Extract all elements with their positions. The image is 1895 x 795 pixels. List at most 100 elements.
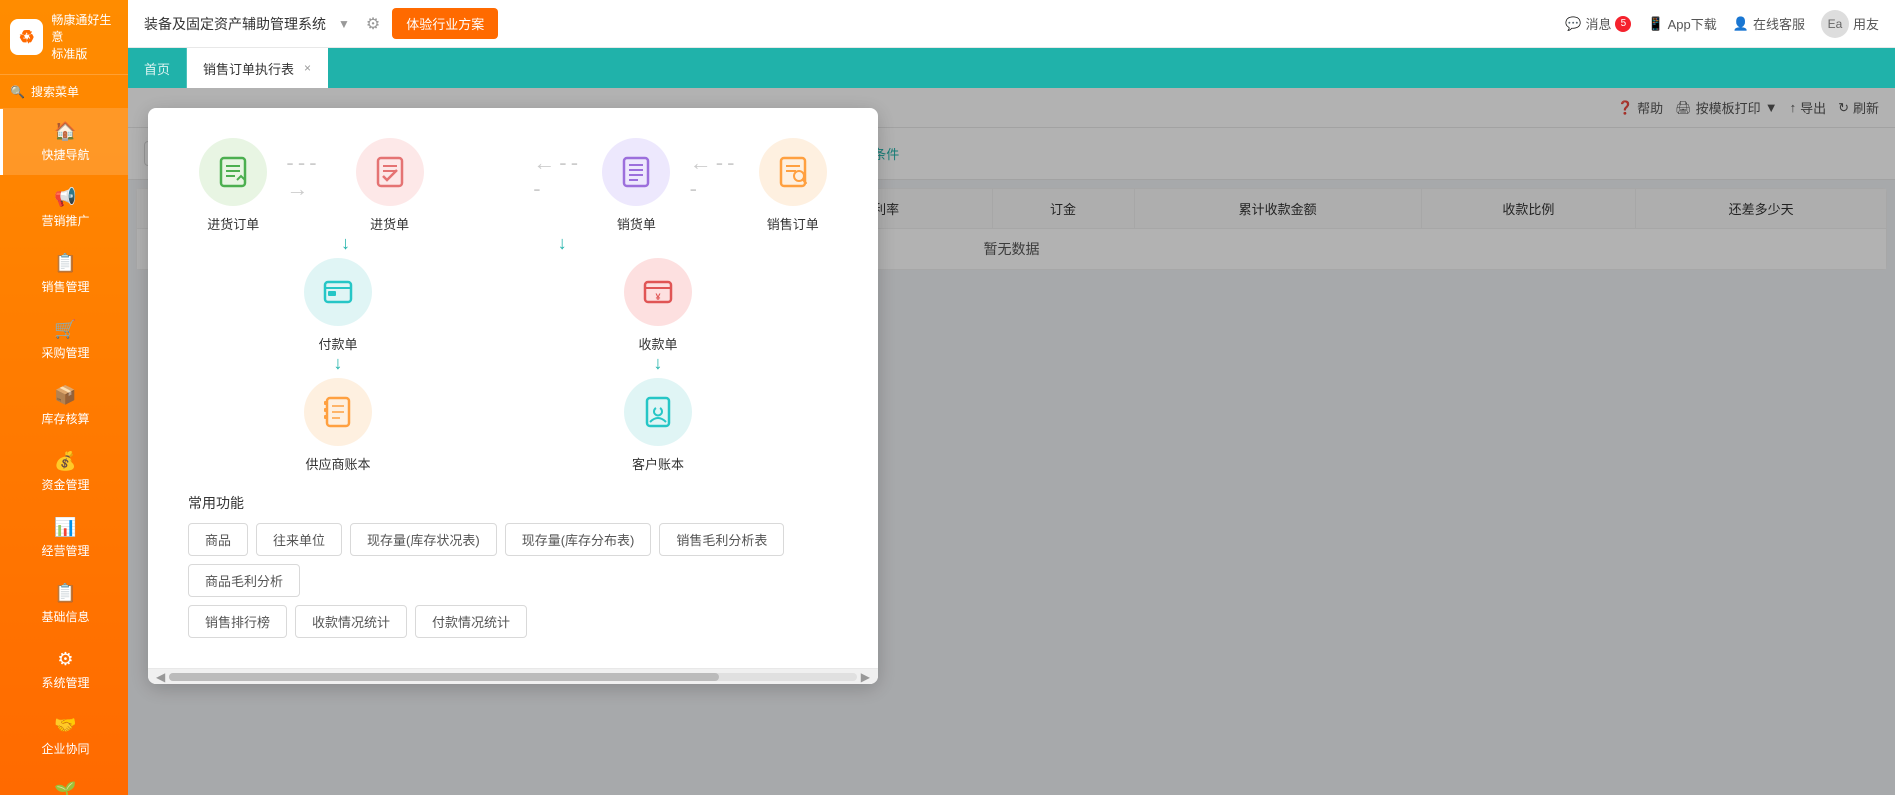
top-header: 装备及固定资产辅助管理系统 ▼ ⚙ 体验行业方案 💬 消息 5 📱 App下载 … [128,0,1895,48]
online-service-btn[interactable]: 👤 在线客服 [1733,14,1805,33]
down-arrow-1: ↓ [341,233,350,254]
sidebar-item-system[interactable]: ⚙ 系统管理 [0,637,128,703]
scrollbar-thumb [169,673,719,681]
message-badge: 5 [1615,16,1631,32]
supplier-ledger-circle [304,378,372,446]
user-menu[interactable]: Ea 用友 [1821,10,1879,38]
enterprise-icon: 🤝 [54,715,76,736]
message-btn[interactable]: 💬 消息 5 [1565,14,1631,33]
sidebar-nav: 🏠 快捷导航 📢 营销推广 📋 销售管理 🛒 采购管理 📦 库存核算 💰 资金管… [0,109,128,795]
scrollbar-track [169,673,857,681]
finance-icon: 💰 [54,451,76,472]
tab-sales-order[interactable]: 销售订单执行表 × [187,48,328,88]
header-right: 💬 消息 5 📱 App下载 👤 在线客服 Ea 用友 [1565,10,1879,38]
receipt-bill-label: 收款单 [638,334,677,353]
supplier-ledger-node[interactable]: 供应商账本 [288,378,388,473]
tab-close-icon[interactable]: × [304,61,311,75]
sales-order-node[interactable]: 销售订单 [748,138,838,233]
purchase-icon: 🛒 [54,319,76,340]
modal-scrollbar[interactable]: ◀ ▶ [148,668,878,684]
sidebar-item-inventory[interactable]: 📦 库存核算 [0,373,128,439]
payment-bill-node[interactable]: 付款单 [288,258,388,353]
purchase-order-node[interactable]: 进货订单 [188,138,278,233]
func-btn-counterpart[interactable]: 往来单位 [256,523,342,556]
sidebar-item-enterprise[interactable]: 🤝 企业协同 [0,703,128,769]
func-btn-stock-status[interactable]: 现存量(库存状况表) [350,523,497,556]
system-title: 装备及固定资产辅助管理系统 [144,14,326,34]
receipt-bill-circle: ¥ [624,258,692,326]
home-icon: 🏠 [54,121,76,142]
tab-home[interactable]: 首页 [128,48,187,88]
download-icon: 📱 [1647,16,1663,32]
sidebar-item-marketing[interactable]: 📢 营销推广 [0,175,128,241]
func-btn-payment-stat[interactable]: 付款情况统计 [415,605,527,638]
service-icon: 👤 [1733,16,1749,32]
sidebar-item-operations[interactable]: 📊 经营管理 [0,505,128,571]
sidebar-item-sales[interactable]: 📋 销售管理 [0,241,128,307]
sales-bill-circle [602,138,670,206]
customer-ledger-node[interactable]: 客户账本 [608,378,708,473]
scroll-right-icon[interactable]: ▶ [857,670,874,684]
logo-area: ♻ 畅康通好生意 标准版 [0,0,128,75]
customer-ledger-circle [624,378,692,446]
func-btn-sales-rank[interactable]: 销售排行榜 [188,605,287,638]
sidebar-item-newbie[interactable]: 🌱 新手引导 [0,769,128,795]
search-menu[interactable]: 🔍 搜索菜单 [0,75,128,109]
func-btn-product[interactable]: 商品 [188,523,248,556]
purchase-order-circle [199,138,267,206]
down-arrow-4: ↓ [654,353,663,374]
marketing-icon: 📢 [54,187,76,208]
sidebar-item-finance[interactable]: 💰 资金管理 [0,439,128,505]
payment-bill-label: 付款单 [318,334,357,353]
func-buttons-row1: 商品 往来单位 现存量(库存状况表) 现存量(库存分布表) 销售毛利分析表 商品… [188,523,838,597]
logo-text: 畅康通好生意 标准版 [51,12,118,62]
func-btn-stock-dist[interactable]: 现存量(库存分布表) [505,523,652,556]
logo-icon: ♻ [10,19,43,55]
flow-modal: 进货订单 - - - → 进货单 ← - - - [148,108,878,684]
sidebar-item-purchase[interactable]: 🛒 采购管理 [0,307,128,373]
arrow-h4: ← - - - [682,150,748,202]
modal-overlay[interactable]: 进货订单 - - - → 进货单 ← - - - [128,88,1895,795]
common-func-title: 常用功能 [188,493,838,513]
settings-icon[interactable]: ⚙ [366,14,380,34]
supplier-ledger-label: 供应商账本 [305,454,370,473]
func-btn-product-margin[interactable]: 商品毛利分析 [188,564,300,597]
svg-text:¥: ¥ [655,292,660,302]
func-btn-sales-margin[interactable]: 销售毛利分析表 [659,523,784,556]
sales-order-circle [759,138,827,206]
down-arrow-3: ↓ [334,353,343,374]
system-icon: ⚙ [57,649,73,670]
sidebar-item-quick-nav[interactable]: 🏠 快捷导航 [0,109,128,175]
purchase-bill-node[interactable]: 进货单 [344,138,434,233]
common-functions: 常用功能 商品 往来单位 现存量(库存状况表) 现存量(库存分布表) 销售毛利分… [188,493,838,638]
sidebar: ♻ 畅康通好生意 标准版 🔍 搜索菜单 🏠 快捷导航 📢 营销推广 📋 销售管理… [0,0,128,795]
sales-icon: 📋 [54,253,76,274]
purchase-bill-circle [356,138,424,206]
payment-bill-circle [304,258,372,326]
sales-bill-label: 销货单 [617,214,656,233]
inventory-icon: 📦 [54,385,76,406]
sidebar-item-basic-info[interactable]: 📋 基础信息 [0,571,128,637]
receipt-bill-node[interactable]: ¥ 收款单 [608,258,708,353]
arrow-h1: - - - → [278,150,344,202]
system-dropdown[interactable]: ▼ [338,17,350,31]
search-icon: 🔍 [10,85,25,99]
purchase-bill-label: 进货单 [370,214,409,233]
basic-info-icon: 📋 [54,583,76,604]
arrow-h3: ← - - - [525,150,591,202]
message-icon: 💬 [1565,16,1581,32]
customer-ledger-label: 客户账本 [632,454,684,473]
func-buttons-row2: 销售排行榜 收款情况统计 付款情况统计 [188,605,838,638]
scroll-left-icon[interactable]: ◀ [152,670,169,684]
func-btn-receipt-stat[interactable]: 收款情况统计 [295,605,407,638]
newbie-icon: 🌱 [54,781,76,795]
modal-body: 进货订单 - - - → 进货单 ← - - - [148,108,878,668]
sales-order-label: 销售订单 [767,214,819,233]
app-download-btn[interactable]: 📱 App下载 [1647,14,1716,33]
trial-btn[interactable]: 体验行业方案 [392,8,498,39]
operations-icon: 📊 [54,517,76,538]
tabs-bar: 首页 销售订单执行表 × × [128,48,1895,88]
avatar: Ea [1821,10,1849,38]
purchase-order-label: 进货订单 [207,214,259,233]
sales-bill-node[interactable]: 销货单 [591,138,681,233]
